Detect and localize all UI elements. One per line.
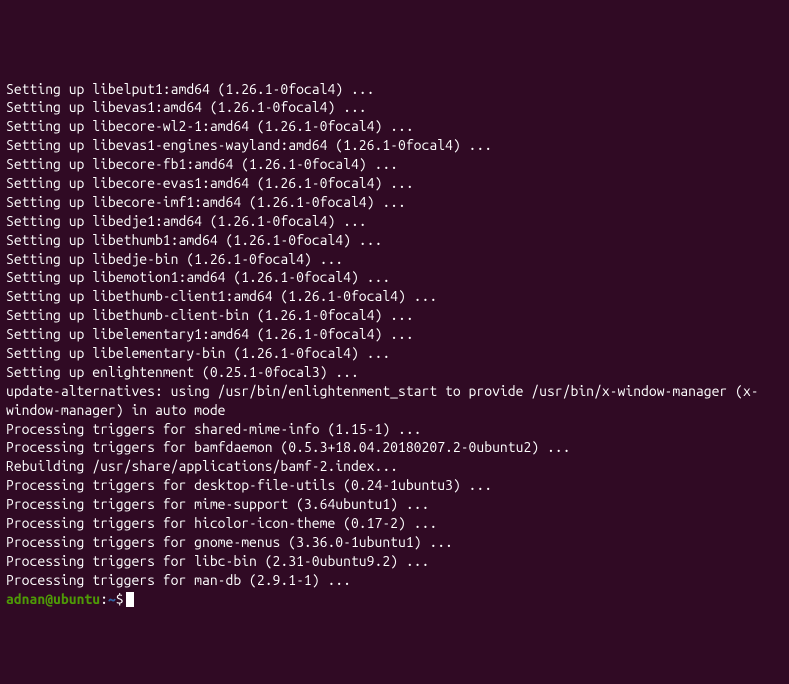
prompt-cwd: ~ (108, 591, 116, 607)
terminal-line: Setting up libecore-wl2-1:amd64 (1.26.1-… (6, 117, 783, 136)
terminal-line: Setting up libecore-evas1:amd64 (1.26.1-… (6, 174, 783, 193)
cursor[interactable] (126, 592, 134, 607)
terminal-output: Setting up libelput1:amd64 (1.26.1-0foca… (6, 80, 783, 590)
terminal-line: Setting up libecore-imf1:amd64 (1.26.1-0… (6, 193, 783, 212)
terminal-line: Setting up libethumb1:amd64 (1.26.1-0foc… (6, 231, 783, 250)
terminal-line: Processing triggers for desktop-file-uti… (6, 476, 783, 495)
terminal-line: Setting up enlightenment (0.25.1-0focal3… (6, 363, 783, 382)
terminal-line: update-alternatives: using /usr/bin/enli… (6, 382, 783, 420)
terminal-line: Setting up libethumb-client-bin (1.26.1-… (6, 306, 783, 325)
terminal-line: Setting up libelementary1:amd64 (1.26.1-… (6, 325, 783, 344)
terminal-line: Setting up libedje1:amd64 (1.26.1-0focal… (6, 212, 783, 231)
terminal-line: Setting up libelput1:amd64 (1.26.1-0foca… (6, 80, 783, 99)
prompt-colon: : (100, 591, 108, 607)
terminal-line: Setting up libethumb-client1:amd64 (1.26… (6, 287, 783, 306)
terminal-line: Setting up libemotion1:amd64 (1.26.1-0fo… (6, 268, 783, 287)
prompt-at: @ (45, 591, 53, 607)
terminal-line: Processing triggers for gnome-menus (3.3… (6, 533, 783, 552)
terminal-line: Processing triggers for libc-bin (2.31-0… (6, 552, 783, 571)
terminal-line: Setting up libedje-bin (1.26.1-0focal4) … (6, 250, 783, 269)
prompt-host: ubuntu (53, 591, 100, 607)
terminal-line: Setting up libevas1:amd64 (1.26.1-0focal… (6, 98, 783, 117)
terminal-line: Processing triggers for man-db (2.9.1-1)… (6, 571, 783, 590)
terminal-line: Rebuilding /usr/share/applications/bamf-… (6, 457, 783, 476)
terminal-line: Processing triggers for mime-support (3.… (6, 495, 783, 514)
prompt: adnan@ubuntu:~$ (6, 591, 124, 607)
terminal-line: Processing triggers for shared-mime-info… (6, 420, 783, 439)
terminal-line: Processing triggers for hicolor-icon-the… (6, 514, 783, 533)
terminal-line: Processing triggers for bamfdaemon (0.5.… (6, 438, 783, 457)
terminal-line: Setting up libecore-fb1:amd64 (1.26.1-0f… (6, 155, 783, 174)
prompt-symbol: $ (116, 591, 124, 607)
terminal-line: Setting up libelementary-bin (1.26.1-0fo… (6, 344, 783, 363)
prompt-user: adnan (6, 591, 45, 607)
terminal-line: Setting up libevas1-engines-wayland:amd6… (6, 136, 783, 155)
